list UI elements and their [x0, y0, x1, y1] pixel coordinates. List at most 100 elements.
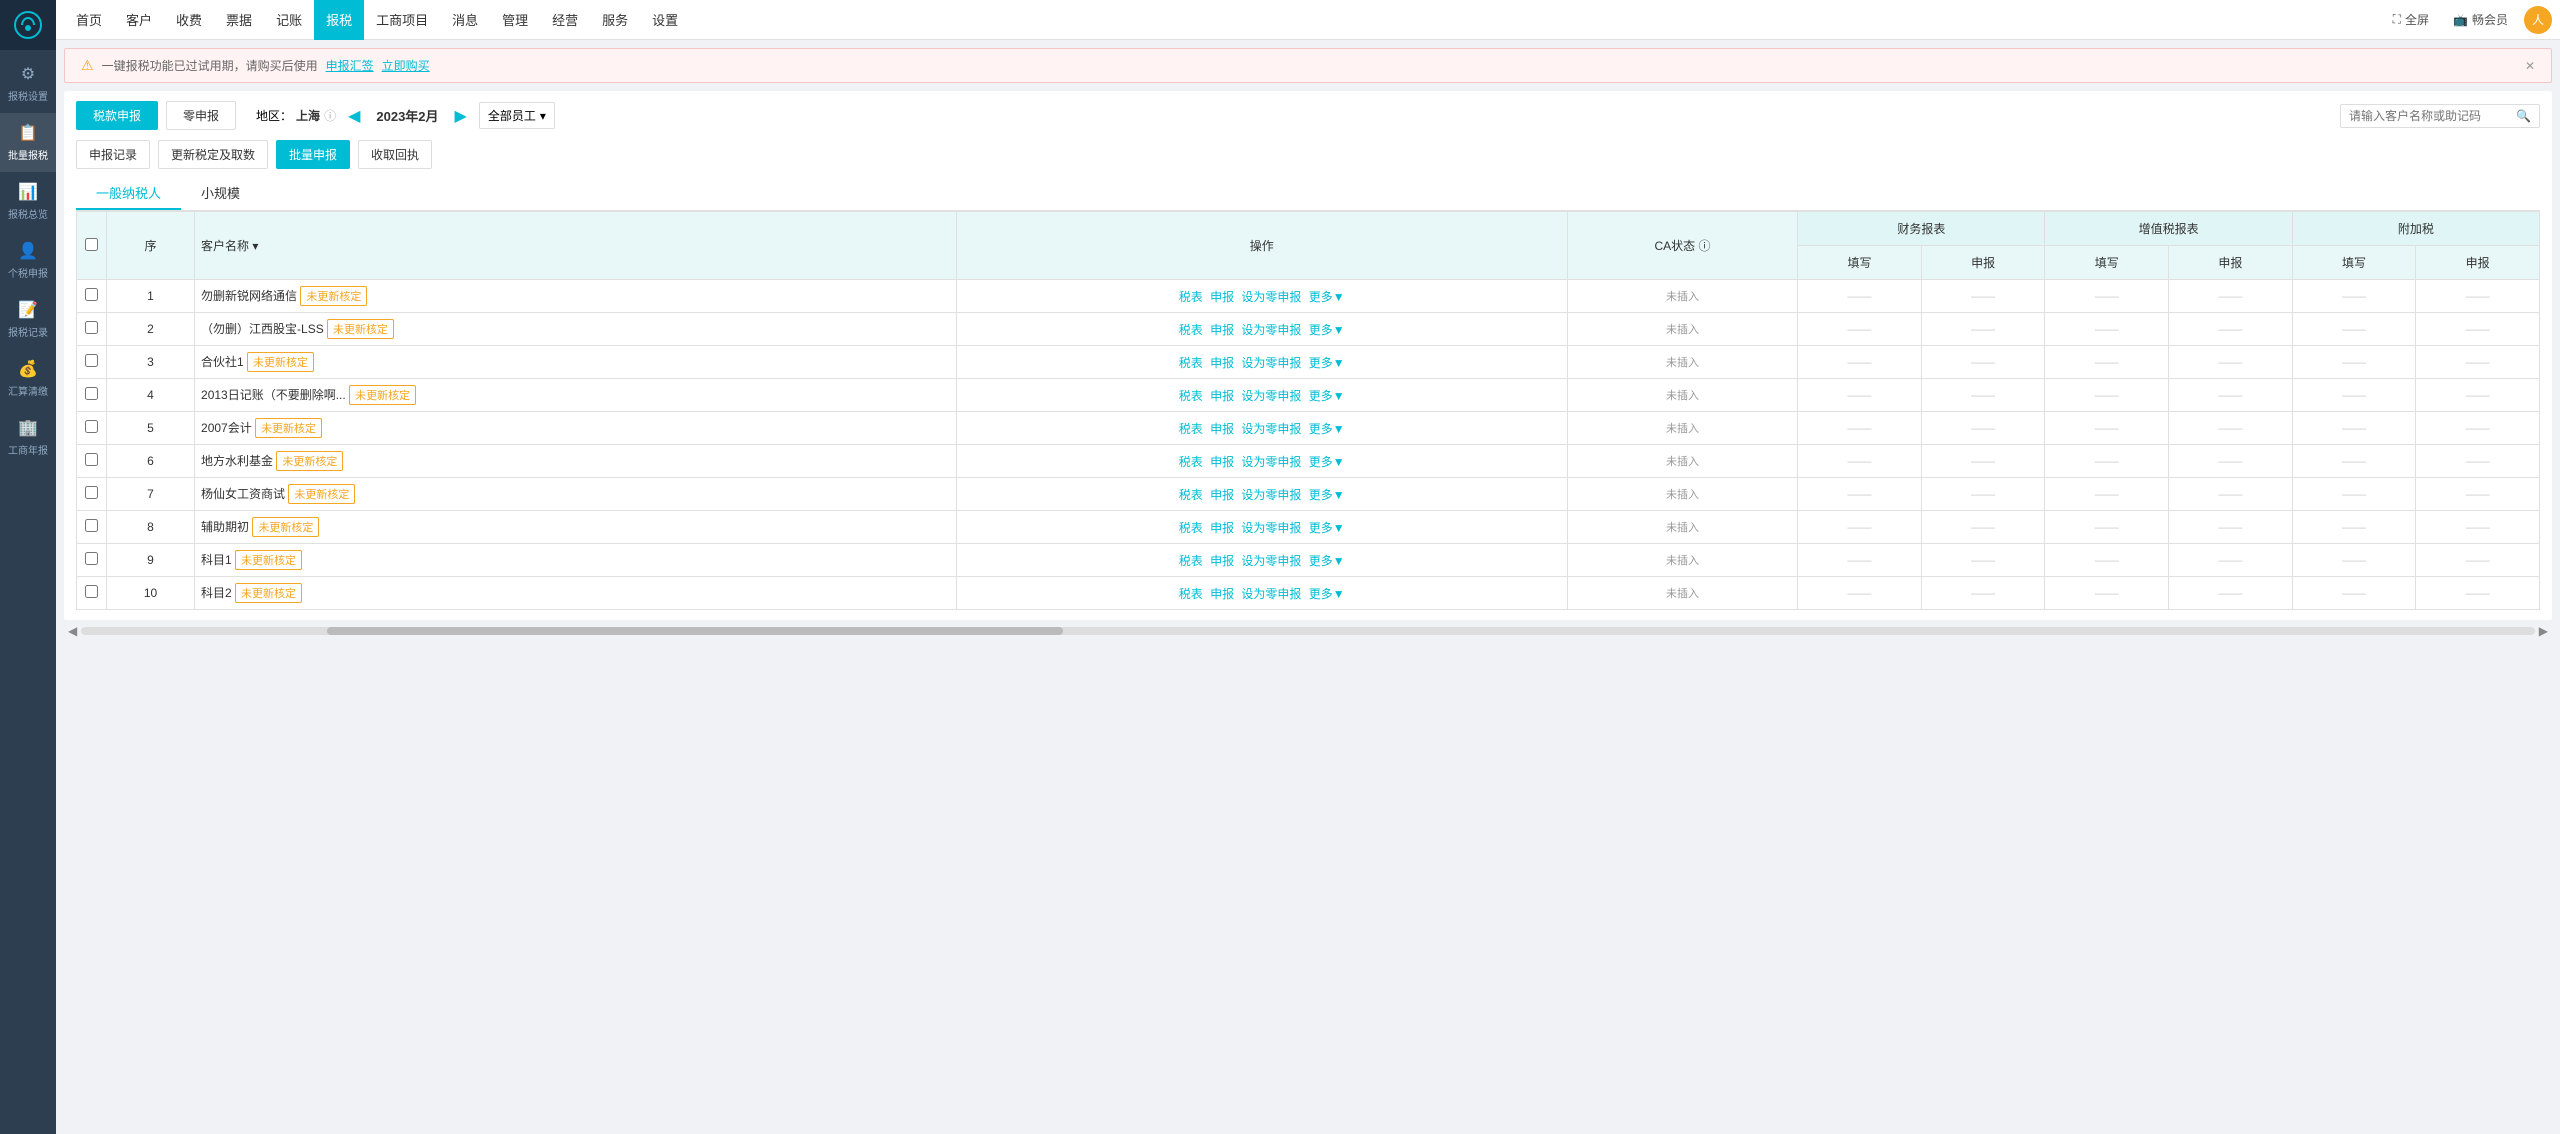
- nav-jingying[interactable]: 经营: [540, 0, 590, 40]
- scrollbar-track[interactable]: [81, 627, 2535, 635]
- status-tag[interactable]: 未更新核定: [300, 286, 367, 306]
- tab-xiaogui-mo[interactable]: 小规模: [181, 177, 260, 210]
- op-lingshenbao[interactable]: 设为零申报: [1241, 422, 1301, 436]
- op-more[interactable]: 更多▼: [1309, 554, 1345, 568]
- op-lingshenbao[interactable]: 设为零申报: [1241, 587, 1301, 601]
- prev-month-button[interactable]: ◀: [344, 106, 364, 126]
- status-tag[interactable]: 未更新核定: [247, 352, 314, 372]
- piliang-shenbao-button[interactable]: 批量申报: [276, 140, 350, 169]
- banner-link-lijigoumai[interactable]: 立即购买: [382, 57, 430, 74]
- op-shuibiao[interactable]: 税表: [1179, 554, 1203, 568]
- op-lingshenbao[interactable]: 设为零申报: [1241, 554, 1301, 568]
- op-more[interactable]: 更多▼: [1309, 323, 1345, 337]
- op-more[interactable]: 更多▼: [1309, 389, 1345, 403]
- nav-baoshui[interactable]: 报税: [314, 0, 364, 40]
- sidebar-item-huisuan-qingjiao[interactable]: 💰 汇算清缴: [0, 349, 56, 408]
- op-shuibiao[interactable]: 税表: [1179, 521, 1203, 535]
- avatar[interactable]: 人: [2524, 6, 2552, 34]
- op-more[interactable]: 更多▼: [1309, 290, 1345, 304]
- nav-home[interactable]: 首页: [64, 0, 114, 40]
- op-shuibiao[interactable]: 税表: [1179, 455, 1203, 469]
- status-tag[interactable]: 未更新核定: [235, 550, 302, 570]
- tab-yiban-nashuiren[interactable]: 一般纳税人: [76, 177, 181, 210]
- op-lingshenbao[interactable]: 设为零申报: [1241, 356, 1301, 370]
- op-shenbao[interactable]: 申报: [1210, 488, 1234, 502]
- op-lingshenbao[interactable]: 设为零申报: [1241, 455, 1301, 469]
- row-checkbox[interactable]: [85, 519, 98, 532]
- banner-close-button[interactable]: ✕: [2525, 59, 2535, 73]
- tab-lingshen[interactable]: 零申报: [166, 101, 236, 130]
- op-lingshenbao[interactable]: 设为零申报: [1241, 488, 1301, 502]
- nav-piaoju[interactable]: 票据: [214, 0, 264, 40]
- op-shenbao[interactable]: 申报: [1210, 554, 1234, 568]
- row-checkbox[interactable]: [85, 354, 98, 367]
- status-tag[interactable]: 未更新核定: [252, 517, 319, 537]
- op-shenbao[interactable]: 申报: [1210, 455, 1234, 469]
- status-tag[interactable]: 未更新核定: [288, 484, 355, 504]
- op-lingshenbao[interactable]: 设为零申报: [1241, 521, 1301, 535]
- op-lingshenbao[interactable]: 设为零申报: [1241, 389, 1301, 403]
- op-shuibiao[interactable]: 税表: [1179, 389, 1203, 403]
- op-more[interactable]: 更多▼: [1309, 455, 1345, 469]
- sidebar-item-geshui-shenbao[interactable]: 👤 个税申报: [0, 231, 56, 290]
- gengxin-button[interactable]: 更新税定及取数: [158, 140, 268, 169]
- op-shuibiao[interactable]: 税表: [1179, 422, 1203, 436]
- nav-shoufei[interactable]: 收费: [164, 0, 214, 40]
- op-lingshenbao[interactable]: 设为零申报: [1241, 323, 1301, 337]
- scrollbar-thumb[interactable]: [327, 627, 1063, 635]
- row-checkbox[interactable]: [85, 321, 98, 334]
- shouli-huizhi-button[interactable]: 收取回执: [358, 140, 432, 169]
- status-tag[interactable]: 未更新核定: [349, 385, 416, 405]
- op-shuibiao[interactable]: 税表: [1179, 488, 1203, 502]
- op-shuibiao[interactable]: 税表: [1179, 587, 1203, 601]
- row-checkbox[interactable]: [85, 288, 98, 301]
- scroll-right-button[interactable]: ▶: [2535, 624, 2552, 638]
- row-checkbox[interactable]: [85, 453, 98, 466]
- banner-link-shenbaohui[interactable]: 申报汇签: [326, 57, 374, 74]
- status-tag[interactable]: 未更新核定: [327, 319, 394, 339]
- nav-jizh[interactable]: 记账: [264, 0, 314, 40]
- staff-selector[interactable]: 全部员工 ▾: [479, 102, 555, 129]
- op-shenbao[interactable]: 申报: [1210, 356, 1234, 370]
- shenbao-jilu-button[interactable]: 申报记录: [76, 140, 150, 169]
- op-more[interactable]: 更多▼: [1309, 521, 1345, 535]
- status-tag[interactable]: 未更新核定: [255, 418, 322, 438]
- status-tag[interactable]: 未更新核定: [276, 451, 343, 471]
- select-all-checkbox[interactable]: [85, 238, 98, 251]
- region-info-icon[interactable]: ⓘ: [324, 107, 336, 124]
- sidebar-item-baoshui-zonglan[interactable]: 📊 报税总览: [0, 172, 56, 231]
- op-shenbao[interactable]: 申报: [1210, 290, 1234, 304]
- scroll-left-button[interactable]: ◀: [64, 624, 81, 638]
- row-checkbox[interactable]: [85, 552, 98, 565]
- op-shenbao[interactable]: 申报: [1210, 587, 1234, 601]
- nav-customer[interactable]: 客户: [114, 0, 164, 40]
- next-month-button[interactable]: ▶: [451, 106, 471, 126]
- op-more[interactable]: 更多▼: [1309, 488, 1345, 502]
- op-shenbao[interactable]: 申报: [1210, 389, 1234, 403]
- op-shenbao[interactable]: 申报: [1210, 323, 1234, 337]
- fullscreen-button[interactable]: ⛶ 全屏: [2385, 7, 2437, 32]
- op-shenbao[interactable]: 申报: [1210, 521, 1234, 535]
- op-shenbao[interactable]: 申报: [1210, 422, 1234, 436]
- row-checkbox[interactable]: [85, 585, 98, 598]
- search-input[interactable]: [2349, 109, 2516, 123]
- sidebar-item-baoshui-jilu[interactable]: 📝 报税记录: [0, 290, 56, 349]
- status-tag[interactable]: 未更新核定: [235, 583, 302, 603]
- nav-fuwu[interactable]: 服务: [590, 0, 640, 40]
- op-shuibiao[interactable]: 税表: [1179, 356, 1203, 370]
- op-more[interactable]: 更多▼: [1309, 422, 1345, 436]
- op-lingshenbao[interactable]: 设为零申报: [1241, 290, 1301, 304]
- vip-button[interactable]: 📺 畅会员: [2445, 7, 2516, 32]
- sidebar-item-piliang-baoshui[interactable]: 📋 批量报税: [0, 113, 56, 172]
- row-checkbox[interactable]: [85, 387, 98, 400]
- op-shuibiao[interactable]: 税表: [1179, 323, 1203, 337]
- row-checkbox[interactable]: [85, 420, 98, 433]
- row-checkbox[interactable]: [85, 486, 98, 499]
- sidebar-item-gongshang-nianpao[interactable]: 🏢 工商年报: [0, 408, 56, 467]
- op-more[interactable]: 更多▼: [1309, 587, 1345, 601]
- tab-shuiwu-shenbao[interactable]: 税款申报: [76, 101, 158, 130]
- nav-guanli[interactable]: 管理: [490, 0, 540, 40]
- sidebar-item-baoshui-shezhi[interactable]: ⚙ 报税设置: [0, 54, 56, 113]
- op-more[interactable]: 更多▼: [1309, 356, 1345, 370]
- nav-xiaoxi[interactable]: 消息: [440, 0, 490, 40]
